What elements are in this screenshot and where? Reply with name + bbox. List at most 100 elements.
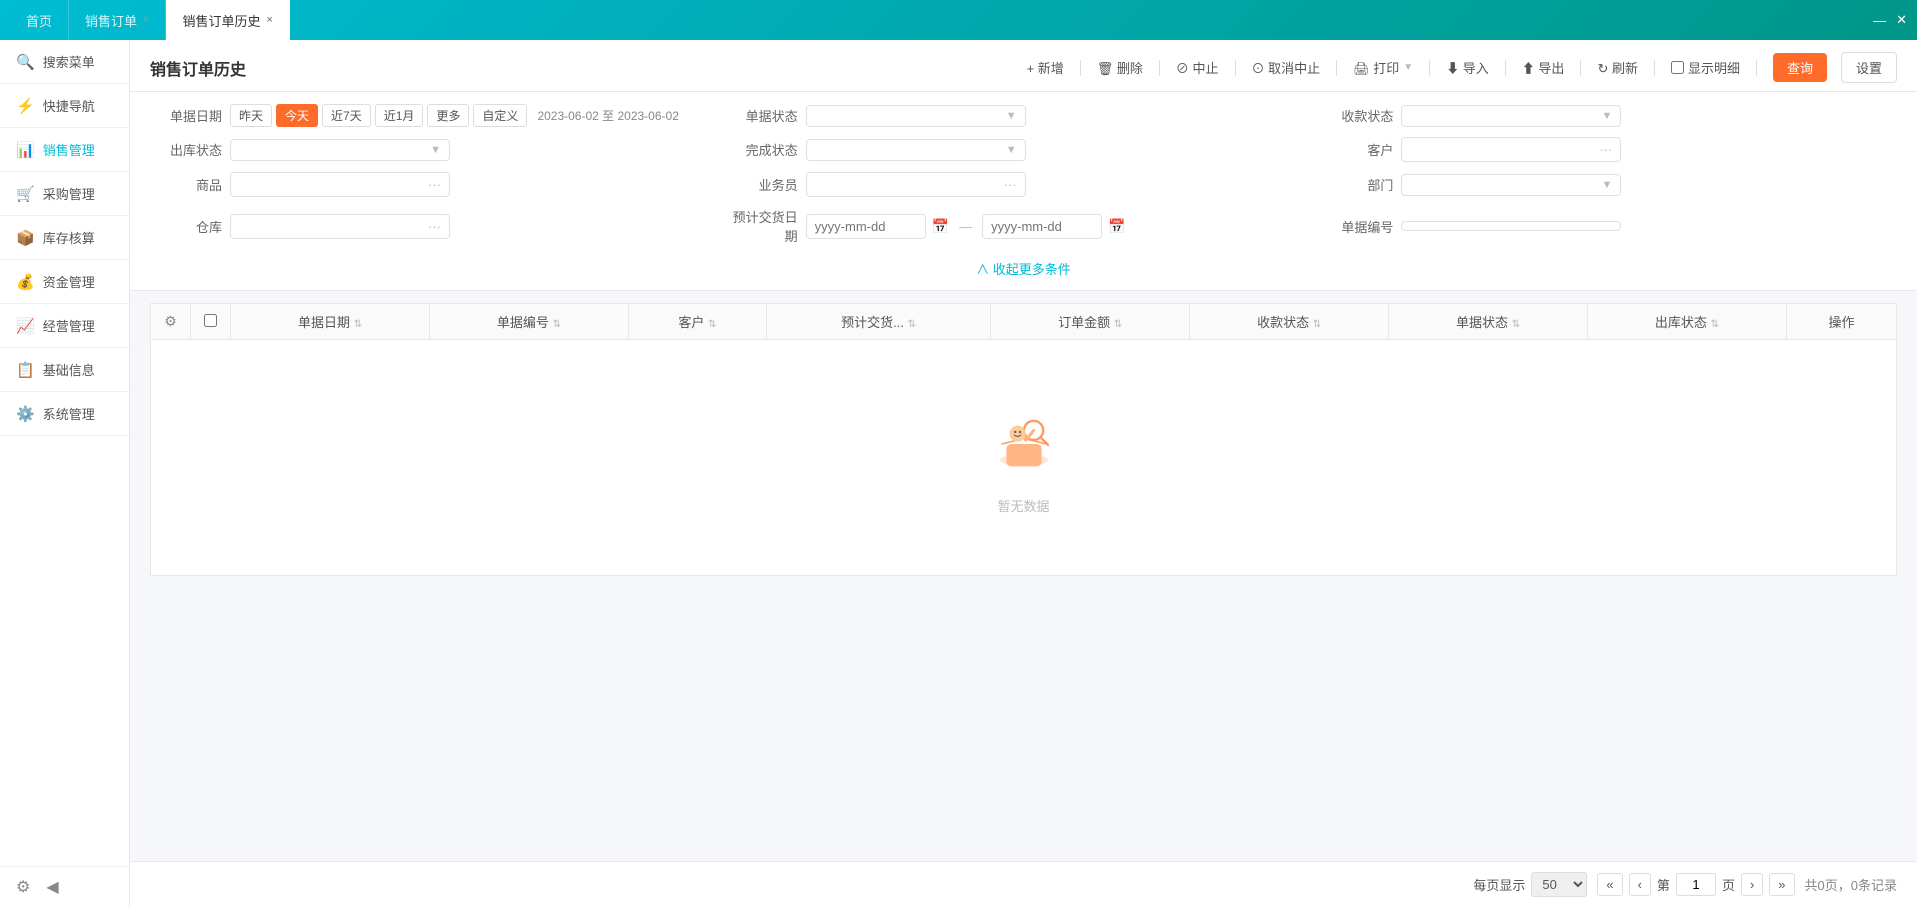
- import-button[interactable]: ⬇ 导入: [1446, 58, 1489, 77]
- header-actions: + 新增 🗑 删除 ⊘ 中止 ⊙ 取消中止 🖨 打印 ▼: [1027, 52, 1897, 83]
- export-button[interactable]: ⬆ 导出: [1522, 58, 1565, 77]
- delivery-date-start[interactable]: [806, 214, 926, 239]
- tab-sales-order-close[interactable]: ×: [143, 14, 149, 26]
- table-select-all-checkbox[interactable]: [204, 314, 217, 327]
- refresh-button[interactable]: ↻ 刷新: [1597, 58, 1638, 77]
- salesperson-label: 业务员: [726, 175, 806, 194]
- empty-text: 暂无数据: [997, 496, 1049, 515]
- print-button[interactable]: 🖨 打印 ▼: [1353, 58, 1413, 77]
- tab-sales-order-history[interactable]: 销售订单历史 ×: [166, 0, 289, 40]
- stop-button[interactable]: ⊘ 中止: [1176, 58, 1219, 77]
- product-input[interactable]: ···: [230, 172, 450, 197]
- customer-field: ···: [1401, 137, 1897, 162]
- query-button[interactable]: 查询: [1773, 53, 1827, 82]
- th-order-status-sort-icon[interactable]: ⇅: [1512, 319, 1520, 330]
- table-settings-icon[interactable]: ⚙: [164, 313, 177, 329]
- ops-mgmt-icon: 📈: [16, 317, 35, 335]
- th-customer: 客户 ⇅: [628, 304, 766, 340]
- delivery-date-end[interactable]: [982, 214, 1102, 239]
- first-page-button[interactable]: «: [1597, 873, 1622, 896]
- sidebar-item-quick-nav[interactable]: ⚡ 快捷导航: [0, 84, 129, 128]
- complete-status-arrow-icon: ▼: [1006, 144, 1017, 156]
- th-amount-label: 订单金额: [1058, 315, 1110, 330]
- th-customer-sort-icon[interactable]: ⇅: [708, 319, 716, 330]
- sidebar-item-purchase-mgmt[interactable]: 🛒 采购管理: [0, 172, 129, 216]
- sidebar-item-basic-info[interactable]: 📋 基础信息: [0, 348, 129, 392]
- th-no: 单据编号 ⇅: [429, 304, 628, 340]
- topbar-minimize[interactable]: —: [1873, 13, 1886, 28]
- sidebar-settings-icon[interactable]: ⚙: [16, 877, 30, 897]
- date-btn-today[interactable]: 今天: [276, 104, 318, 127]
- date-btn-7days[interactable]: 近7天: [322, 104, 371, 127]
- collapse-row[interactable]: ∧ 收起更多条件: [150, 255, 1897, 278]
- sidebar-item-system-mgmt[interactable]: ⚙️ 系统管理: [0, 392, 129, 436]
- order-no-input[interactable]: [1401, 221, 1621, 231]
- tab-home[interactable]: 首页: [10, 0, 69, 40]
- sidebar-item-ops-mgmt[interactable]: 📈 经营管理: [0, 304, 129, 348]
- sidebar-item-sales-mgmt[interactable]: 📊 销售管理: [0, 128, 129, 172]
- date-btn-yesterday[interactable]: 昨天: [230, 104, 272, 127]
- product-field: ···: [230, 172, 726, 197]
- table-area: ⚙ 单据日期 ⇅ 单据编号 ⇅: [130, 291, 1917, 861]
- quick-nav-icon: ⚡: [16, 97, 35, 115]
- sidebar-item-inventory-calc[interactable]: 📦 库存核算: [0, 216, 129, 260]
- sidebar-item-search-menu[interactable]: 🔍 搜索菜单: [0, 40, 129, 84]
- sales-mgmt-icon: 📊: [16, 141, 35, 159]
- tab-sales-order-history-label: 销售订单历史: [182, 11, 260, 30]
- prev-page-button[interactable]: ‹: [1629, 873, 1651, 896]
- empty-state-row: 暂无数据: [151, 340, 1897, 576]
- th-payment-status-sort-icon[interactable]: ⇅: [1313, 319, 1321, 330]
- salesperson-input[interactable]: ···: [806, 172, 1026, 197]
- show-detail-checkbox[interactable]: [1671, 61, 1684, 74]
- outbound-status-label: 出库状态: [150, 140, 230, 159]
- complete-status-select[interactable]: ▼: [806, 139, 1026, 161]
- outbound-status-select[interactable]: ▼: [230, 139, 450, 161]
- purchase-mgmt-icon: 🛒: [16, 185, 35, 203]
- page-nav: « ‹ 第 页 › »: [1597, 873, 1794, 896]
- sidebar-collapse-icon[interactable]: ◀: [46, 877, 58, 897]
- date-btn-more[interactable]: 更多: [427, 104, 469, 127]
- filter-row-4: 仓库 ··· 预计交货日期 📅 — 📅 单据编号: [150, 207, 1897, 245]
- warehouse-input[interactable]: ···: [230, 214, 450, 239]
- department-select[interactable]: ▼: [1401, 174, 1621, 196]
- th-expected-delivery-sort-icon[interactable]: ⇅: [908, 319, 916, 330]
- filter-row-2: 出库状态 ▼ 完成状态 ▼ 客户 ···: [150, 137, 1897, 162]
- settings-button[interactable]: 设置: [1841, 52, 1897, 83]
- product-dots: ···: [428, 177, 441, 192]
- customer-input[interactable]: ···: [1401, 137, 1621, 162]
- topbar-close[interactable]: ✕: [1896, 12, 1907, 28]
- th-operations: 操作: [1786, 304, 1896, 340]
- th-amount-sort-icon[interactable]: ⇅: [1114, 319, 1122, 330]
- page-header: 销售订单历史 + 新增 🗑 删除 ⊘ 中止 ⊙ 取消中止: [130, 40, 1917, 92]
- tab-sales-order-history-close[interactable]: ×: [266, 14, 272, 26]
- date-filter-field: 昨天 今天 近7天 近1月 更多 自定义 2023-06-02 至 2023-0…: [230, 104, 726, 127]
- sidebar-item-quick-nav-label: 快捷导航: [43, 96, 95, 115]
- date-divider: —: [955, 219, 976, 234]
- date-btn-1month[interactable]: 近1月: [375, 104, 424, 127]
- next-page-button[interactable]: ›: [1741, 873, 1763, 896]
- tab-sales-order[interactable]: 销售订单 ×: [69, 0, 166, 40]
- sidebar-item-ops-mgmt-label: 经营管理: [43, 316, 95, 335]
- delete-button[interactable]: 🗑 删除: [1097, 58, 1143, 77]
- sidebar: 🔍 搜索菜单 ⚡ 快捷导航 📊 销售管理 🛒 采购管理 📦 库存核算 💰 资金管…: [0, 40, 130, 907]
- page-size-select[interactable]: 50 10 20 100: [1531, 872, 1587, 897]
- th-payment-status-label: 收款状态: [1257, 315, 1309, 330]
- new-button[interactable]: + 新增: [1027, 58, 1064, 77]
- th-outbound-status-sort-icon[interactable]: ⇅: [1711, 319, 1719, 330]
- th-no-label: 单据编号: [497, 315, 549, 330]
- th-date-sort-icon[interactable]: ⇅: [354, 319, 362, 330]
- current-page-input[interactable]: [1676, 873, 1716, 896]
- order-status-select[interactable]: ▼: [806, 105, 1026, 127]
- empty-state-icon: [984, 400, 1064, 480]
- payment-status-select[interactable]: ▼: [1401, 105, 1621, 127]
- last-page-button[interactable]: »: [1769, 873, 1794, 896]
- basic-info-icon: 📋: [16, 361, 35, 379]
- content-area: 销售订单历史 + 新增 🗑 删除 ⊘ 中止 ⊙ 取消中止: [130, 40, 1917, 907]
- date-btn-custom[interactable]: 自定义: [473, 104, 527, 127]
- sidebar-item-search-menu-label: 搜索菜单: [43, 52, 95, 71]
- sidebar-item-fund-mgmt[interactable]: 💰 资金管理: [0, 260, 129, 304]
- cancel-stop-button[interactable]: ⊙ 取消中止: [1252, 58, 1321, 77]
- th-no-sort-icon[interactable]: ⇅: [553, 319, 561, 330]
- th-checkbox: [191, 304, 231, 340]
- order-status-label: 单据状态: [726, 106, 806, 125]
